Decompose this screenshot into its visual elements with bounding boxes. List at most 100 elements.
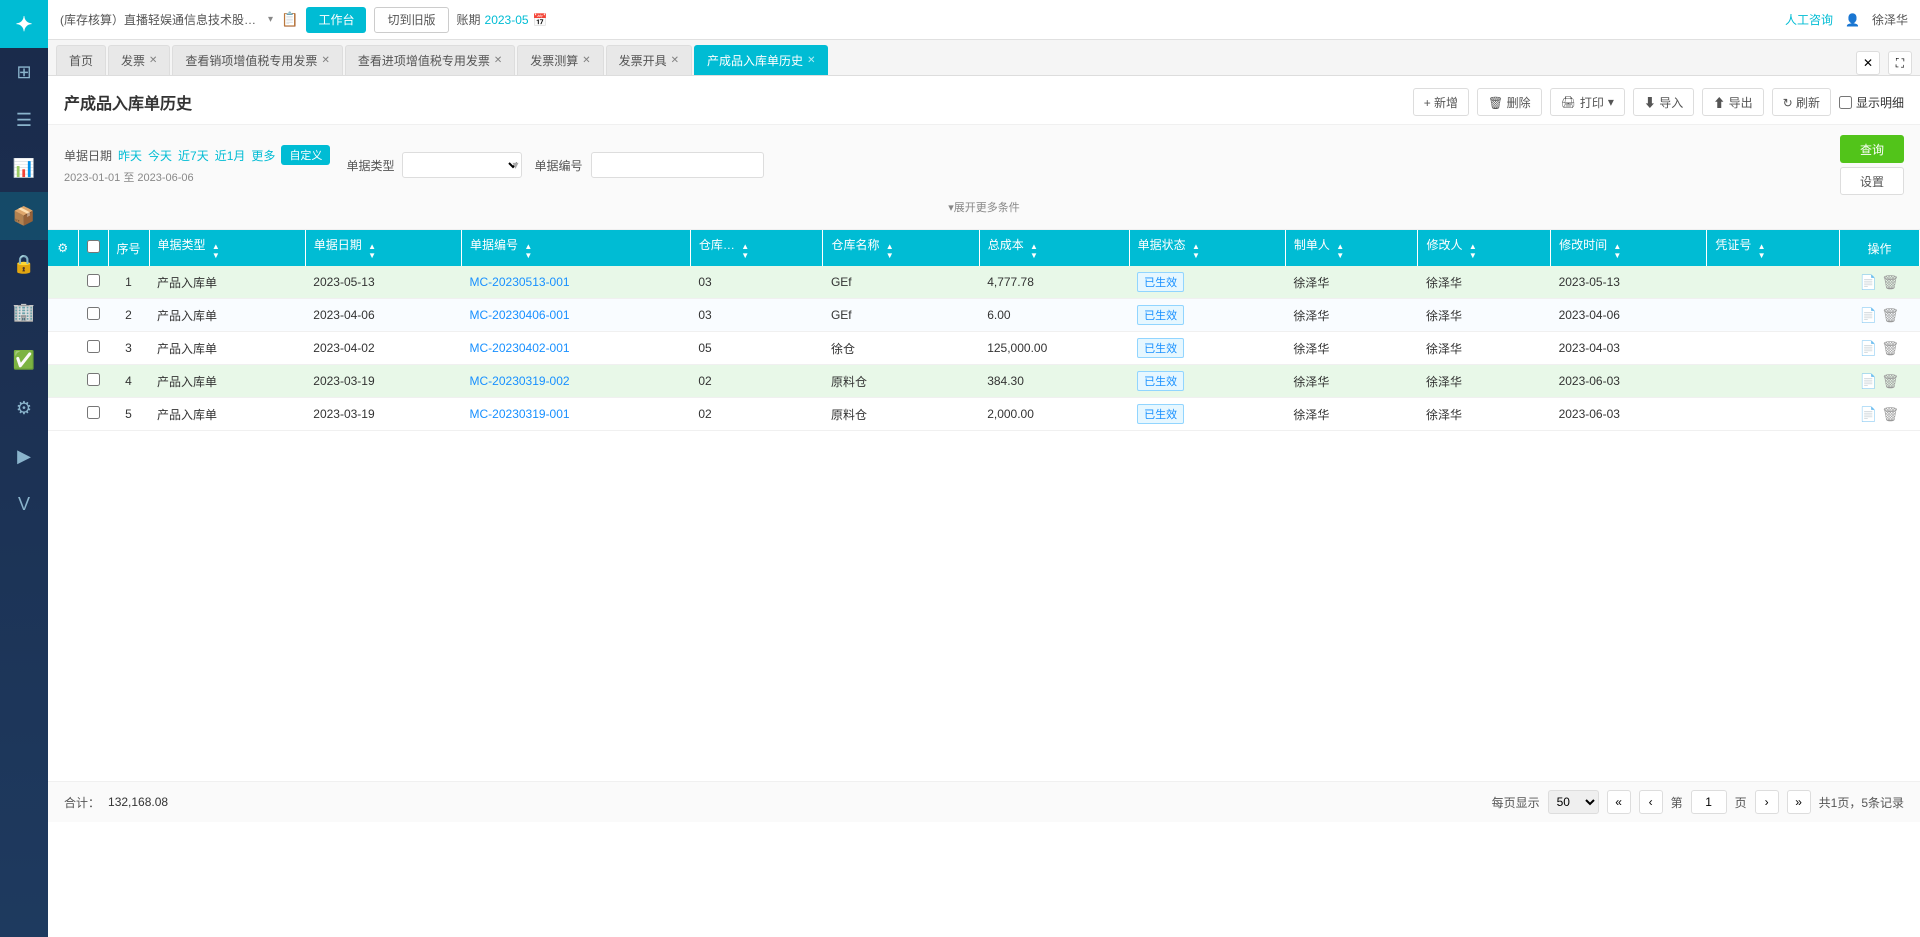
show-detail-label[interactable]: 显示明细 bbox=[1839, 94, 1904, 111]
col-creator[interactable]: 制单人 ▲▼ bbox=[1285, 230, 1418, 266]
prev-page-button[interactable]: ‹ bbox=[1639, 790, 1663, 814]
sidebar-item-doc[interactable]: ☰ bbox=[0, 96, 48, 144]
page-input[interactable] bbox=[1691, 790, 1727, 814]
tab-home[interactable]: 首页 bbox=[56, 45, 106, 75]
sidebar-item-inventory[interactable]: 📦 bbox=[0, 192, 48, 240]
refresh-button[interactable]: ↻ 刷新 bbox=[1772, 88, 1831, 116]
filter-today[interactable]: 今天 bbox=[148, 147, 172, 164]
tab-calc[interactable]: 发票测算 ✕ bbox=[517, 45, 603, 75]
export-button[interactable]: ⬆ 导出 bbox=[1702, 88, 1763, 116]
col-modify-time[interactable]: 修改时间 ▲▼ bbox=[1551, 230, 1707, 266]
row-warehouse-name-0: GEf bbox=[823, 266, 979, 299]
setting-button[interactable]: 设置 bbox=[1840, 167, 1904, 195]
row-delete-icon-2[interactable]: 🗑 bbox=[1881, 340, 1899, 357]
row-delete-icon-0[interactable]: 🗑 bbox=[1881, 274, 1899, 291]
col-number[interactable]: 单据编号 ▲▼ bbox=[462, 230, 691, 266]
close-all-tabs-button[interactable]: ✕ bbox=[1856, 51, 1880, 75]
next-page-button[interactable]: › bbox=[1755, 790, 1779, 814]
new-button[interactable]: + 新增 bbox=[1413, 88, 1469, 116]
row-view-icon-3[interactable]: 📄 bbox=[1860, 373, 1877, 390]
tab-invoice-close[interactable]: ✕ bbox=[149, 55, 157, 66]
filter-last1m[interactable]: 近1月 bbox=[215, 147, 246, 164]
filter-custom-tag[interactable]: 自定义 bbox=[281, 145, 330, 165]
col-settings[interactable]: ⚙ bbox=[48, 230, 78, 266]
sidebar-item-org[interactable]: 🏢 bbox=[0, 288, 48, 336]
row-number-link-2[interactable]: MC-20230402-001 bbox=[470, 341, 570, 355]
workbench-button[interactable]: 工作台 bbox=[306, 7, 366, 33]
sidebar-item-version[interactable]: V bbox=[0, 480, 48, 528]
filter-yesterday[interactable]: 昨天 bbox=[118, 147, 142, 164]
tab-purchase-vat[interactable]: 查看进项增值税专用发票 ✕ bbox=[345, 45, 515, 75]
row-select-3[interactable] bbox=[87, 373, 100, 386]
row-delete-icon-4[interactable]: 🗑 bbox=[1881, 406, 1899, 423]
row-view-icon-2[interactable]: 📄 bbox=[1860, 340, 1877, 357]
col-total-cost[interactable]: 总成本 ▲▼ bbox=[979, 230, 1129, 266]
query-button[interactable]: 查询 bbox=[1840, 135, 1904, 163]
row-checkbox-4 bbox=[78, 398, 108, 431]
row-select-2[interactable] bbox=[87, 340, 100, 353]
sidebar-item-checklist[interactable]: ✅ bbox=[0, 336, 48, 384]
import-button[interactable]: ⬇ 导入 bbox=[1633, 88, 1694, 116]
tab-sales-vat[interactable]: 查看销项增值税专用发票 ✕ bbox=[172, 45, 342, 75]
row-number-link-1[interactable]: MC-20230406-001 bbox=[470, 308, 570, 322]
row-select-1[interactable] bbox=[87, 307, 100, 320]
row-view-icon-4[interactable]: 📄 bbox=[1860, 406, 1877, 423]
select-all-checkbox[interactable] bbox=[87, 240, 100, 253]
row-view-icon-0[interactable]: 📄 bbox=[1860, 274, 1877, 291]
tab-purchase-vat-close[interactable]: ✕ bbox=[494, 55, 502, 66]
table-footer: 合计： 132,168.08 每页显示 50 20 100 « ‹ 第 页 › … bbox=[48, 781, 1920, 822]
filter-last7[interactable]: 近7天 bbox=[178, 147, 209, 164]
col-status[interactable]: 单据状态 ▲▼ bbox=[1129, 230, 1285, 266]
row-view-icon-1[interactable]: 📄 bbox=[1860, 307, 1877, 324]
table-row: 1 产品入库单 2023-05-13 MC-20230513-001 03 GE… bbox=[48, 266, 1920, 299]
row-delete-icon-3[interactable]: 🗑 bbox=[1881, 373, 1899, 390]
filter-date-controls: 单据日期 昨天 今天 近7天 近1月 更多 自定义 bbox=[64, 145, 330, 165]
expand-more-row[interactable]: ▾ 展开更多条件 bbox=[64, 195, 1904, 219]
row-number-link-4[interactable]: MC-20230319-001 bbox=[470, 407, 570, 421]
row-type-3: 产品入库单 bbox=[149, 365, 305, 398]
tab-invoice[interactable]: 发票 ✕ bbox=[108, 45, 170, 75]
col-date[interactable]: 单据日期 ▲▼ bbox=[305, 230, 461, 266]
user-label[interactable]: 徐泽华 bbox=[1872, 11, 1908, 28]
row-select-0[interactable] bbox=[87, 274, 100, 287]
sidebar-item-workflow[interactable]: ⚙ bbox=[0, 384, 48, 432]
col-type[interactable]: 单据类型 ▲▼ bbox=[149, 230, 305, 266]
tab-product-instock[interactable]: 产成品入库单历史 ✕ bbox=[694, 45, 828, 75]
tab-sales-vat-close[interactable]: ✕ bbox=[321, 55, 329, 66]
filter-number-input[interactable] bbox=[591, 152, 764, 178]
tab-calc-close[interactable]: ✕ bbox=[582, 55, 590, 66]
page-size-select[interactable]: 50 20 100 bbox=[1548, 790, 1599, 814]
col-voucher[interactable]: 凭证号 ▲▼ bbox=[1707, 230, 1840, 266]
support-link[interactable]: 人工咨询 bbox=[1785, 11, 1833, 28]
filter-date-group: 单据日期 昨天 今天 近7天 近1月 更多 自定义 2023-01-01 至 2… bbox=[64, 145, 330, 185]
show-detail-checkbox[interactable] bbox=[1839, 96, 1852, 109]
print-button[interactable]: 🖨 打印 ▾ bbox=[1550, 88, 1625, 116]
sidebar-item-play[interactable]: ▶ bbox=[0, 432, 48, 480]
row-voucher-2 bbox=[1707, 332, 1840, 365]
col-warehouse-no[interactable]: 仓库… ▲▼ bbox=[690, 230, 823, 266]
col-modifier[interactable]: 修改人 ▲▼ bbox=[1418, 230, 1551, 266]
filter-type-select[interactable] bbox=[402, 152, 522, 178]
tab-open-close[interactable]: ✕ bbox=[671, 55, 679, 66]
row-number-link-3[interactable]: MC-20230319-002 bbox=[470, 374, 570, 388]
filter-buttons: 查询 设置 bbox=[1840, 135, 1904, 195]
delete-button[interactable]: 🗑 删除 bbox=[1477, 88, 1542, 116]
row-delete-icon-1[interactable]: 🗑 bbox=[1881, 307, 1899, 324]
row-select-4[interactable] bbox=[87, 406, 100, 419]
switch-version-button[interactable]: 切到旧版 bbox=[374, 7, 448, 33]
sidebar-item-chart[interactable]: 📊 bbox=[0, 144, 48, 192]
last-page-button[interactable]: » bbox=[1787, 790, 1811, 814]
col-action: 操作 bbox=[1840, 230, 1920, 266]
col-warehouse-name[interactable]: 仓库名称 ▲▼ bbox=[823, 230, 979, 266]
row-number-link-0[interactable]: MC-20230513-001 bbox=[470, 275, 570, 289]
first-page-button[interactable]: « bbox=[1607, 790, 1631, 814]
row-number-2: MC-20230402-001 bbox=[462, 332, 691, 365]
sidebar-item-home[interactable]: ⊞ bbox=[0, 48, 48, 96]
row-modify-time-2: 2023-04-03 bbox=[1551, 332, 1707, 365]
sidebar-item-lock[interactable]: 🔒 bbox=[0, 240, 48, 288]
tab-open[interactable]: 发票开具 ✕ bbox=[606, 45, 692, 75]
col-checkbox bbox=[78, 230, 108, 266]
filter-more[interactable]: 更多 bbox=[251, 147, 275, 164]
tab-product-instock-close[interactable]: ✕ bbox=[807, 55, 815, 66]
restore-window-button[interactable]: ⛶ bbox=[1888, 51, 1912, 75]
